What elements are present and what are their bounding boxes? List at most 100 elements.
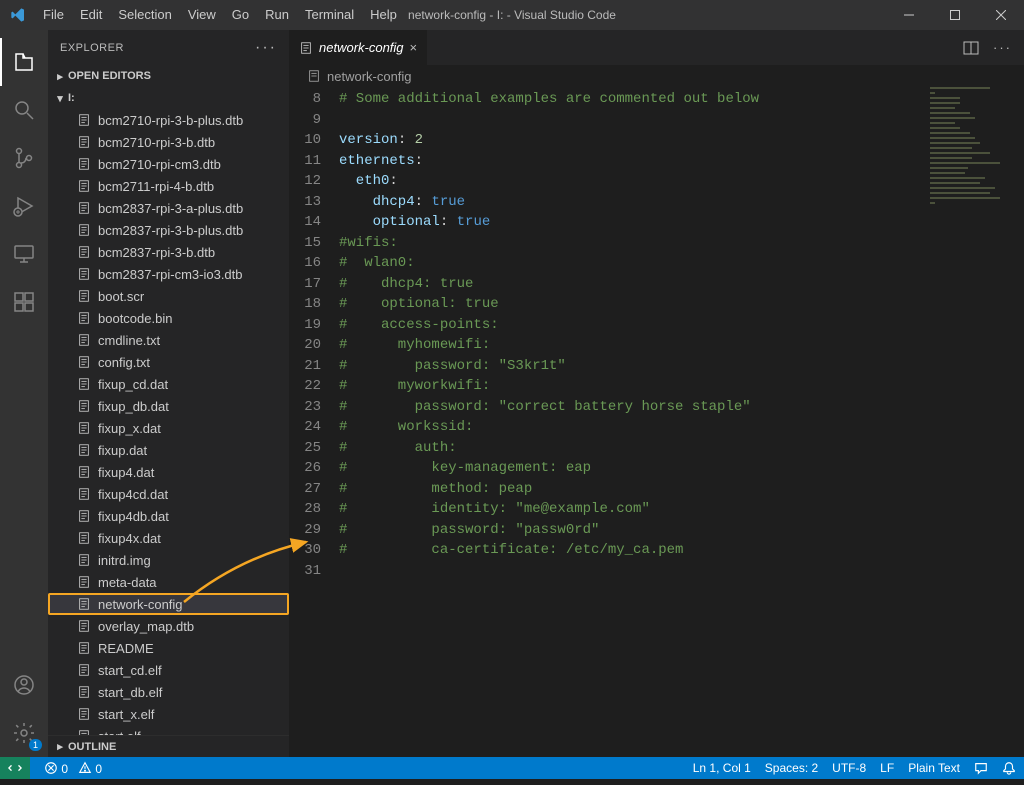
feedback-icon[interactable] xyxy=(974,761,988,775)
editor-tabs: network-config × ··· xyxy=(289,30,1024,65)
file-item[interactable]: fixup4x.dat xyxy=(48,527,289,549)
file-item[interactable]: bcm2710-rpi-3-b-plus.dtb xyxy=(48,109,289,131)
problems-indicator[interactable]: 0 0 xyxy=(44,761,102,776)
more-actions-icon[interactable]: ··· xyxy=(993,40,1012,55)
extensions-icon[interactable] xyxy=(0,278,48,326)
file-item[interactable]: fixup4cd.dat xyxy=(48,483,289,505)
file-icon xyxy=(76,442,92,458)
file-icon xyxy=(76,640,92,656)
file-item[interactable]: bcm2711-rpi-4-b.dtb xyxy=(48,175,289,197)
file-label: bcm2837-rpi-3-b.dtb xyxy=(98,245,215,260)
file-item[interactable]: fixup4db.dat xyxy=(48,505,289,527)
folder-root-section[interactable]: ▾ I: xyxy=(48,87,289,109)
file-label: bcm2837-rpi-cm3-io3.dtb xyxy=(98,267,243,282)
file-item[interactable]: fixup_cd.dat xyxy=(48,373,289,395)
remote-explorer-icon[interactable] xyxy=(0,230,48,278)
remote-indicator[interactable] xyxy=(0,757,30,779)
file-label: bcm2837-rpi-3-a-plus.dtb xyxy=(98,201,243,216)
file-label: README xyxy=(98,641,154,656)
file-label: fixup_db.dat xyxy=(98,399,169,414)
file-icon xyxy=(76,266,92,282)
file-icon xyxy=(76,332,92,348)
update-badge: 1 xyxy=(29,739,42,751)
file-label: bcm2710-rpi-cm3.dtb xyxy=(98,157,221,172)
file-item[interactable]: bcm2710-rpi-3-b.dtb xyxy=(48,131,289,153)
minimap[interactable] xyxy=(930,87,1010,247)
file-item[interactable]: fixup_db.dat xyxy=(48,395,289,417)
open-editors-section[interactable]: ▸ OPEN EDITORS xyxy=(48,65,289,87)
menu-edit[interactable]: Edit xyxy=(72,0,110,30)
split-editor-icon[interactable] xyxy=(963,40,979,56)
file-item[interactable]: start_db.elf xyxy=(48,681,289,703)
file-icon xyxy=(76,156,92,172)
file-icon xyxy=(76,618,92,634)
file-item[interactable]: bcm2710-rpi-cm3.dtb xyxy=(48,153,289,175)
accounts-icon[interactable] xyxy=(0,661,48,709)
cursor-position[interactable]: Ln 1, Col 1 xyxy=(693,761,751,775)
menu-run[interactable]: Run xyxy=(257,0,297,30)
file-icon xyxy=(76,596,92,612)
minimize-button[interactable] xyxy=(886,0,932,30)
file-item[interactable]: start_x.elf xyxy=(48,703,289,725)
breadcrumb[interactable]: network-config xyxy=(289,65,1024,87)
file-icon xyxy=(76,464,92,480)
code-content[interactable]: # Some additional examples are commented… xyxy=(339,87,1024,757)
file-item[interactable]: bootcode.bin xyxy=(48,307,289,329)
file-icon xyxy=(76,288,92,304)
menu-view[interactable]: View xyxy=(180,0,224,30)
tab-network-config[interactable]: network-config × xyxy=(289,30,428,65)
file-item[interactable]: initrd.img xyxy=(48,549,289,571)
file-label: fixup.dat xyxy=(98,443,147,458)
line-number-gutter: 8910111213141516171819202122232425262728… xyxy=(289,87,339,757)
file-item[interactable]: start_cd.elf xyxy=(48,659,289,681)
file-label: meta-data xyxy=(98,575,157,590)
eol[interactable]: LF xyxy=(880,761,894,775)
status-bar: 0 0 Ln 1, Col 1 Spaces: 2 UTF-8 LF Plain… xyxy=(0,757,1024,779)
source-control-icon[interactable] xyxy=(0,134,48,182)
encoding[interactable]: UTF-8 xyxy=(832,761,866,775)
file-item[interactable]: fixup.dat xyxy=(48,439,289,461)
file-item[interactable]: bcm2837-rpi-3-b-plus.dtb xyxy=(48,219,289,241)
file-item[interactable]: boot.scr xyxy=(48,285,289,307)
menu-terminal[interactable]: Terminal xyxy=(297,0,362,30)
file-item[interactable]: start.elf xyxy=(48,725,289,735)
maximize-button[interactable] xyxy=(932,0,978,30)
file-item[interactable]: bcm2837-rpi-3-a-plus.dtb xyxy=(48,197,289,219)
file-icon xyxy=(76,134,92,150)
settings-gear-icon[interactable]: 1 xyxy=(0,709,48,757)
file-icon xyxy=(76,684,92,700)
file-tree[interactable]: bcm2710-rpi-3-b-plus.dtbbcm2710-rpi-3-b.… xyxy=(48,109,289,735)
code-editor[interactable]: 8910111213141516171819202122232425262728… xyxy=(289,87,1024,757)
tab-label: network-config xyxy=(319,40,404,55)
file-item[interactable]: network-config xyxy=(48,593,289,615)
notifications-icon[interactable] xyxy=(1002,761,1016,775)
chevron-right-icon: ▸ xyxy=(52,740,68,753)
file-item[interactable]: bcm2837-rpi-cm3-io3.dtb xyxy=(48,263,289,285)
explorer-icon[interactable] xyxy=(0,38,48,86)
search-icon[interactable] xyxy=(0,86,48,134)
file-item[interactable]: overlay_map.dtb xyxy=(48,615,289,637)
run-debug-icon[interactable] xyxy=(0,182,48,230)
file-icon xyxy=(76,706,92,722)
file-item[interactable]: bcm2837-rpi-3-b.dtb xyxy=(48,241,289,263)
file-icon xyxy=(76,244,92,260)
menu-go[interactable]: Go xyxy=(224,0,257,30)
file-item[interactable]: README xyxy=(48,637,289,659)
menu-help[interactable]: Help xyxy=(362,0,405,30)
file-item[interactable]: fixup4.dat xyxy=(48,461,289,483)
file-item[interactable]: meta-data xyxy=(48,571,289,593)
file-icon xyxy=(76,420,92,436)
menu-selection[interactable]: Selection xyxy=(110,0,179,30)
indentation[interactable]: Spaces: 2 xyxy=(765,761,818,775)
file-item[interactable]: config.txt xyxy=(48,351,289,373)
outline-section[interactable]: ▸ OUTLINE xyxy=(48,735,289,757)
menu-file[interactable]: File xyxy=(35,0,72,30)
explorer-more-icon[interactable]: ··· xyxy=(255,39,277,57)
close-button[interactable] xyxy=(978,0,1024,30)
file-item[interactable]: fixup_x.dat xyxy=(48,417,289,439)
language-mode[interactable]: Plain Text xyxy=(908,761,960,775)
close-tab-icon[interactable]: × xyxy=(410,40,418,55)
file-icon xyxy=(76,574,92,590)
file-item[interactable]: cmdline.txt xyxy=(48,329,289,351)
explorer-sidebar: EXPLORER ··· ▸ OPEN EDITORS ▾ I: bcm2710… xyxy=(48,30,289,757)
